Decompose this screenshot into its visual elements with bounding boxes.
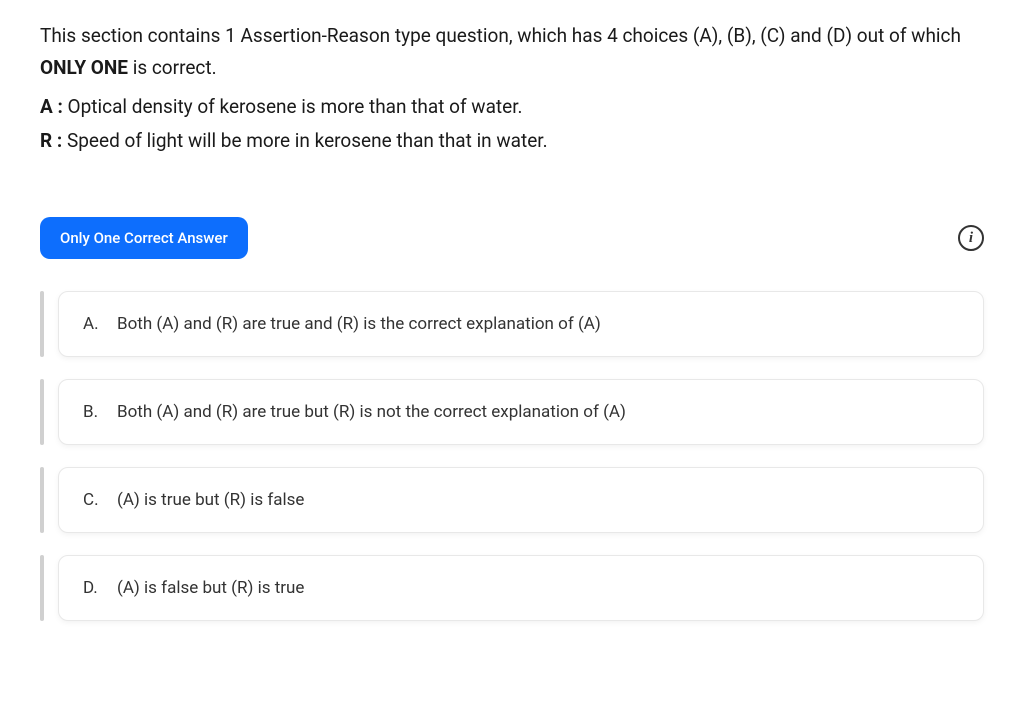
- option-letter: B.: [83, 402, 117, 422]
- info-icon[interactable]: i: [958, 225, 984, 251]
- option-text: Both (A) and (R) are true and (R) is the…: [117, 314, 601, 334]
- option-wrapper: B. Both (A) and (R) are true but (R) is …: [40, 379, 984, 445]
- option-text: Both (A) and (R) are true but (R) is not…: [117, 402, 626, 422]
- reason-statement: R : Speed of light will be more in keros…: [40, 125, 984, 157]
- option-wrapper: C. (A) is true but (R) is false: [40, 467, 984, 533]
- assertion-label: A :: [40, 95, 63, 118]
- option-indicator-bar: [40, 467, 44, 533]
- option-indicator-bar: [40, 555, 44, 621]
- reason-label: R :: [40, 129, 62, 152]
- option-letter: A.: [83, 314, 117, 334]
- option-letter: C.: [83, 490, 117, 510]
- assertion-statement: A : Optical density of kerosene is more …: [40, 91, 984, 123]
- option-letter: D.: [83, 578, 117, 598]
- option-wrapper: A. Both (A) and (R) are true and (R) is …: [40, 291, 984, 357]
- reason-text: Speed of light will be more in kerosene …: [62, 129, 547, 152]
- option-c[interactable]: C. (A) is true but (R) is false: [58, 467, 984, 533]
- badge-row: Only One Correct Answer i: [40, 217, 984, 259]
- assertion-text: Optical density of kerosene is more than…: [63, 95, 523, 118]
- instruction-bold: ONLY ONE: [40, 56, 128, 79]
- option-a[interactable]: A. Both (A) and (R) are true and (R) is …: [58, 291, 984, 357]
- instruction-text-1: This section contains 1 Assertion-Reason…: [40, 24, 961, 47]
- options-container: A. Both (A) and (R) are true and (R) is …: [40, 291, 984, 621]
- badge-label: Only One Correct Answer: [60, 229, 228, 247]
- option-d[interactable]: D. (A) is false but (R) is true: [58, 555, 984, 621]
- option-b[interactable]: B. Both (A) and (R) are true but (R) is …: [58, 379, 984, 445]
- option-text: (A) is false but (R) is true: [117, 578, 304, 598]
- option-indicator-bar: [40, 291, 44, 357]
- question-instructions: This section contains 1 Assertion-Reason…: [40, 20, 984, 85]
- instruction-text-2: is correct.: [128, 56, 217, 79]
- option-wrapper: D. (A) is false but (R) is true: [40, 555, 984, 621]
- option-indicator-bar: [40, 379, 44, 445]
- option-text: (A) is true but (R) is false: [117, 490, 304, 510]
- info-glyph: i: [969, 230, 973, 247]
- answer-type-badge: Only One Correct Answer: [40, 217, 248, 259]
